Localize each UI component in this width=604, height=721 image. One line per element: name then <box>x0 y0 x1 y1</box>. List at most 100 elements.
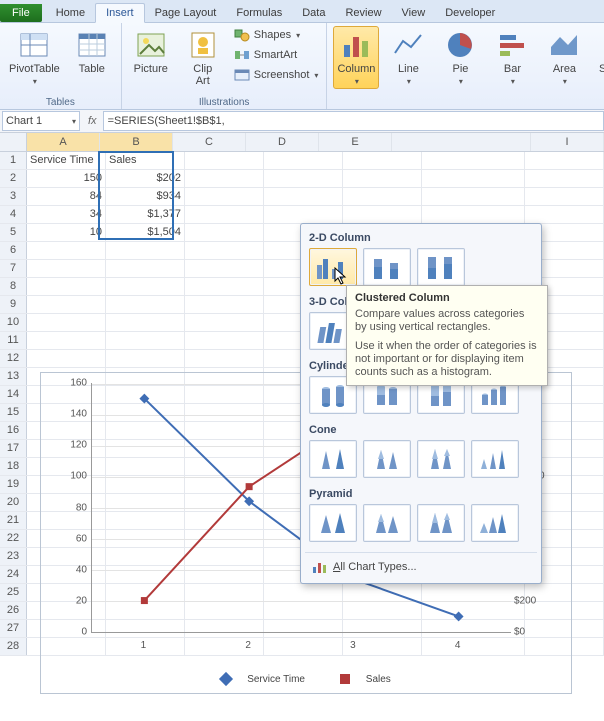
table-button[interactable]: Table <box>69 26 115 78</box>
cell[interactable] <box>525 206 604 223</box>
cell[interactable] <box>343 206 422 223</box>
row-7[interactable]: 7 <box>0 260 27 277</box>
cell[interactable]: 84 <box>27 188 106 205</box>
cell[interactable] <box>106 260 185 277</box>
cell[interactable] <box>264 170 343 187</box>
cell[interactable] <box>422 188 525 205</box>
col-C[interactable]: C <box>173 133 246 151</box>
row-21[interactable]: 21 <box>0 512 27 529</box>
cell[interactable] <box>185 242 264 259</box>
cell[interactable] <box>422 170 525 187</box>
cell[interactable] <box>422 152 525 169</box>
chart-cone-1[interactable] <box>309 440 357 478</box>
col-D[interactable]: D <box>246 133 319 151</box>
row-4[interactable]: 4 <box>0 206 27 223</box>
cell[interactable] <box>264 206 343 223</box>
cell[interactable] <box>264 188 343 205</box>
fx-icon[interactable]: fx <box>82 115 103 127</box>
tab-developer[interactable]: Developer <box>435 4 505 22</box>
tab-pagelayout[interactable]: Page Layout <box>145 4 227 22</box>
row-17[interactable]: 17 <box>0 440 27 457</box>
cell[interactable] <box>106 314 185 331</box>
tab-review[interactable]: Review <box>335 4 391 22</box>
row-18[interactable]: 18 <box>0 458 27 475</box>
clipart-button[interactable]: Clip Art <box>180 26 226 90</box>
smartart-button[interactable]: SmartArt <box>232 46 321 64</box>
shapes-button[interactable]: Shapes▾ <box>232 26 321 44</box>
line-chart-button[interactable]: Line▾ <box>385 26 431 89</box>
cell[interactable] <box>185 152 264 169</box>
cell[interactable]: 10 <box>27 224 106 241</box>
all-chart-types-button[interactable]: All Chart Types... <box>305 552 537 577</box>
row-25[interactable]: 25 <box>0 584 27 601</box>
area-chart-button[interactable]: Area▾ <box>541 26 587 89</box>
row-9[interactable]: 9 <box>0 296 27 313</box>
cell[interactable] <box>106 278 185 295</box>
cell[interactable]: $1,377 <box>106 206 185 223</box>
cell[interactable]: $202 <box>106 170 185 187</box>
cell[interactable]: $934 <box>106 188 185 205</box>
scatter-chart-button[interactable]: Scatter▾ <box>593 26 604 89</box>
chart-2d-100pct-column[interactable] <box>417 248 465 286</box>
row-24[interactable]: 24 <box>0 566 27 583</box>
cell[interactable]: Sales <box>106 152 185 169</box>
chart-cone-4[interactable] <box>471 440 519 478</box>
chart-cone-3[interactable] <box>417 440 465 478</box>
cell[interactable] <box>185 224 264 241</box>
row-15[interactable]: 15 <box>0 404 27 421</box>
cell[interactable] <box>525 152 604 169</box>
col-B[interactable]: B <box>100 133 173 151</box>
cell[interactable] <box>106 242 185 259</box>
row-19[interactable]: 19 <box>0 476 27 493</box>
cell[interactable] <box>27 242 106 259</box>
row-27[interactable]: 27 <box>0 620 27 637</box>
chart-2d-clustered-column[interactable] <box>309 248 357 286</box>
col-I[interactable]: I <box>531 133 604 151</box>
row-3[interactable]: 3 <box>0 188 27 205</box>
cell[interactable] <box>27 350 106 367</box>
cell[interactable] <box>343 188 422 205</box>
row-2[interactable]: 2 <box>0 170 27 187</box>
pie-chart-button[interactable]: Pie▾ <box>437 26 483 89</box>
cell[interactable] <box>525 170 604 187</box>
formula-input[interactable]: =SERIES(Sheet1!$B$1, <box>103 111 604 131</box>
cell[interactable] <box>106 296 185 313</box>
tab-data[interactable]: Data <box>292 4 335 22</box>
chart-cone-2[interactable] <box>363 440 411 478</box>
chart-pyramid-3[interactable] <box>417 504 465 542</box>
spreadsheet[interactable]: A B C D E I 1Service TimeSales2150$20238… <box>0 133 604 721</box>
cell[interactable] <box>185 278 264 295</box>
row-26[interactable]: 26 <box>0 602 27 619</box>
row-6[interactable]: 6 <box>0 242 27 259</box>
column-chart-button[interactable]: Column▾ <box>333 26 379 89</box>
cell[interactable] <box>422 206 525 223</box>
tab-view[interactable]: View <box>392 4 436 22</box>
cell[interactable] <box>27 278 106 295</box>
cell[interactable] <box>27 296 106 313</box>
row-23[interactable]: 23 <box>0 548 27 565</box>
row-1[interactable]: 1 <box>0 152 27 169</box>
pivottable-button[interactable]: PivotTable ▾ <box>6 26 63 89</box>
col-E[interactable]: E <box>319 133 392 151</box>
cell[interactable] <box>185 332 264 349</box>
cell[interactable] <box>27 260 106 277</box>
cell[interactable] <box>27 314 106 331</box>
row-14[interactable]: 14 <box>0 386 27 403</box>
tab-formulas[interactable]: Formulas <box>226 4 292 22</box>
row-16[interactable]: 16 <box>0 422 27 439</box>
namebox-dropdown-icon[interactable]: ▾ <box>72 117 76 126</box>
cell[interactable]: Service Time <box>27 152 106 169</box>
screenshot-button[interactable]: Screenshot▾ <box>232 66 321 84</box>
chart-pyramid-4[interactable] <box>471 504 519 542</box>
tab-file[interactable]: File <box>0 4 42 22</box>
row-13[interactable]: 13 <box>0 368 27 385</box>
row-20[interactable]: 20 <box>0 494 27 511</box>
cell[interactable]: 34 <box>27 206 106 223</box>
row-28[interactable]: 28 <box>0 638 27 655</box>
row-12[interactable]: 12 <box>0 350 27 367</box>
cell[interactable] <box>525 188 604 205</box>
cell[interactable] <box>185 170 264 187</box>
cell[interactable] <box>343 170 422 187</box>
cell[interactable] <box>264 152 343 169</box>
cell[interactable] <box>185 350 264 367</box>
